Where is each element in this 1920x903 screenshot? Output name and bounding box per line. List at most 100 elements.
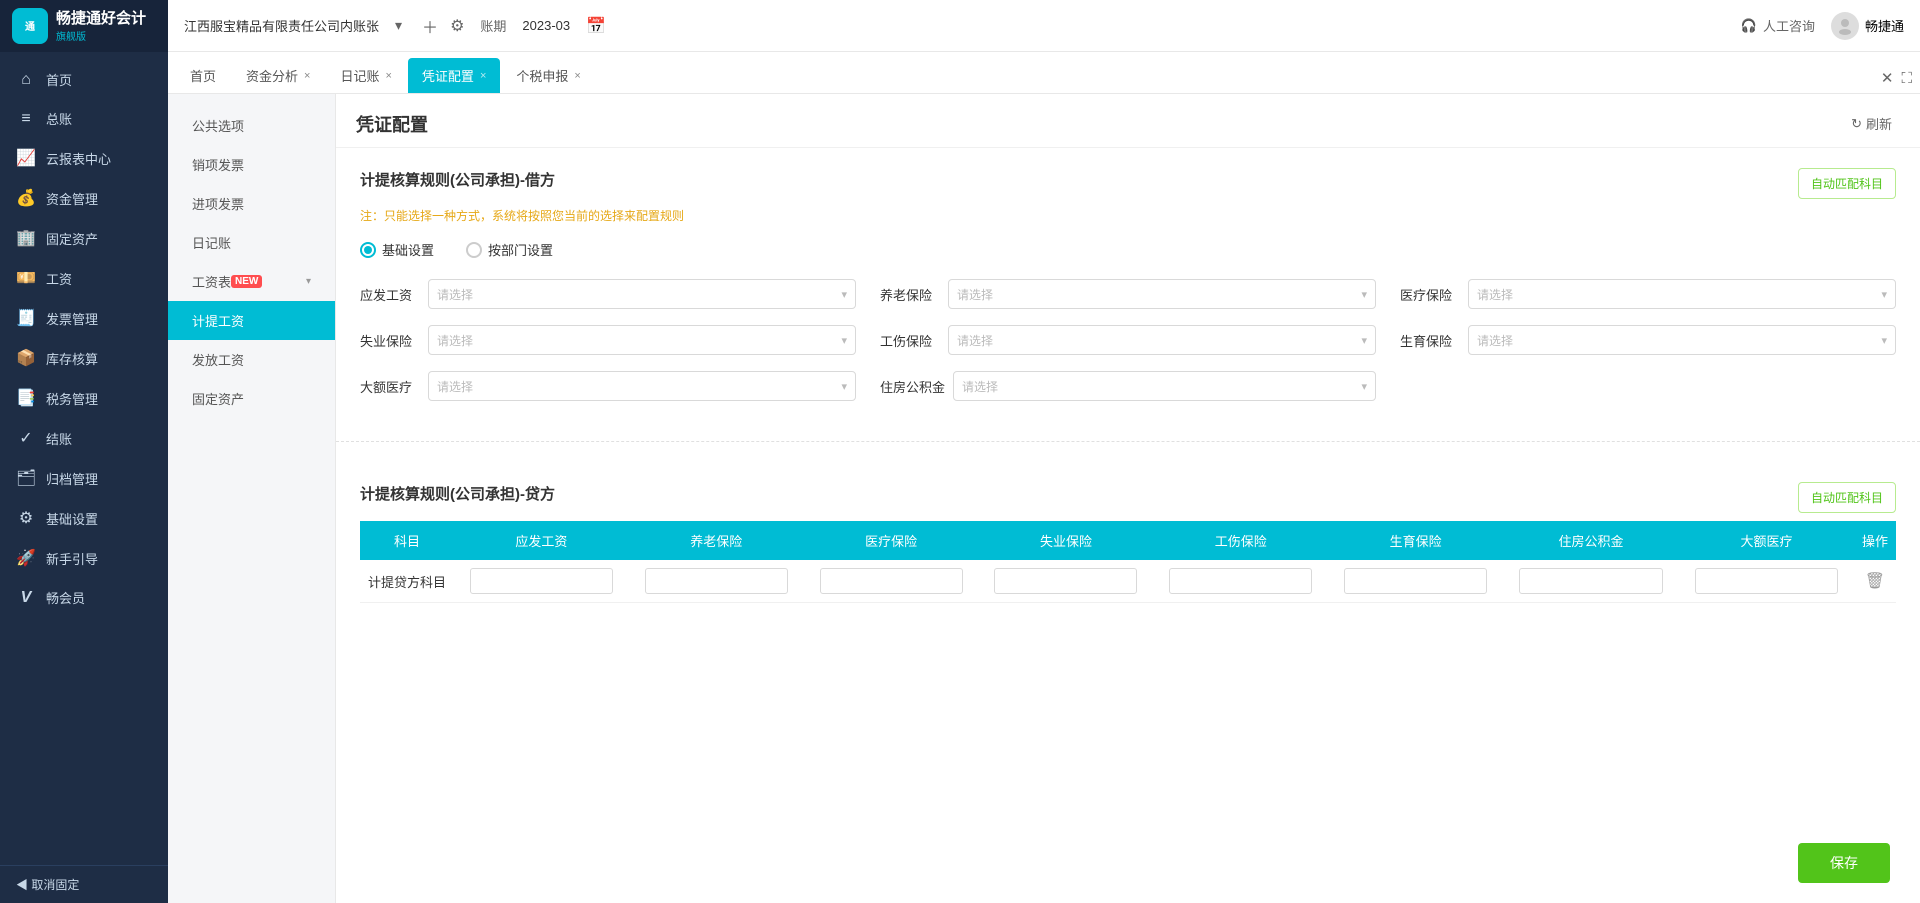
- tab-fund-analysis[interactable]: 资金分析 ×: [232, 58, 324, 93]
- sidebar-item-archive[interactable]: 🗂 归档管理: [0, 458, 168, 498]
- input-medical[interactable]: [820, 568, 963, 594]
- cell-medical[interactable]: [804, 560, 979, 603]
- cell-action[interactable]: 🗑: [1854, 560, 1896, 603]
- sidebar-item-label: 首页: [46, 70, 72, 89]
- unpin-sidebar-button[interactable]: ◀ 取消固定: [0, 865, 168, 903]
- maximize-button[interactable]: ⛶: [1901, 69, 1912, 87]
- archive-icon: 🗂: [16, 468, 36, 488]
- sidebar-item-salary[interactable]: 💴 工资: [0, 258, 168, 298]
- tab-close-icon[interactable]: ×: [304, 70, 310, 82]
- select-work-injury[interactable]: 请选择 ▾: [948, 325, 1376, 355]
- select-housing-fund[interactable]: 请选择 ▾: [953, 371, 1376, 401]
- sidebar-item-funds[interactable]: 💰 资金管理: [0, 178, 168, 218]
- input-unemployment[interactable]: [994, 568, 1137, 594]
- sidebar-item-fixed-assets[interactable]: 🏢 固定资产: [0, 218, 168, 258]
- select-pension[interactable]: 请选择 ▾: [948, 279, 1376, 309]
- select-housing-fund-placeholder: 请选择: [962, 378, 998, 395]
- subnav-item-payroll-issue[interactable]: 发放工资: [168, 340, 335, 379]
- cell-big-medical[interactable]: [1679, 560, 1854, 603]
- tab-tax-report[interactable]: 个税申报 ×: [502, 58, 594, 93]
- sidebar-item-inventory[interactable]: 📦 库存核算: [0, 338, 168, 378]
- subnav: 公共选项 销项发票 进项发票 日记账 工资表 NEW ▾ 计提工资 发放工资: [168, 94, 336, 903]
- sidebar-item-settings[interactable]: ⚙ 基础设置: [0, 498, 168, 538]
- debit-section: 计提核算规则(公司承担)-借方 自动匹配科目 注：只能选择一种方式，系统将按照您…: [336, 148, 1920, 437]
- add-button[interactable]: ＋: [422, 14, 438, 38]
- sidebar-item-reports[interactable]: 📈 云报表中心: [0, 138, 168, 178]
- user-info[interactable]: 畅捷通: [1831, 12, 1904, 40]
- field-salary-label: 应发工资: [360, 285, 420, 304]
- credit-auto-match-button[interactable]: 自动匹配科目: [1798, 482, 1896, 513]
- subnav-label: 进项发票: [192, 197, 244, 212]
- close-window-button[interactable]: ✕: [1881, 69, 1894, 87]
- cell-work-injury[interactable]: [1153, 560, 1328, 603]
- cell-unemployment[interactable]: [979, 560, 1154, 603]
- sidebar-item-tax[interactable]: 📑 税务管理: [0, 378, 168, 418]
- calendar-icon[interactable]: 📅: [586, 16, 606, 36]
- subnav-item-journal[interactable]: 日记账: [168, 223, 335, 262]
- tab-journal[interactable]: 日记账 ×: [326, 58, 405, 93]
- sidebar-item-label: 云报表中心: [46, 149, 111, 168]
- select-big-medical[interactable]: 请选择 ▾: [428, 371, 856, 401]
- select-unemployment[interactable]: 请选择 ▾: [428, 325, 856, 355]
- debit-section-title: 计提核算规则(公司承担)-借方: [360, 169, 555, 190]
- subnav-item-payroll-accrual[interactable]: 计提工资: [168, 301, 335, 340]
- input-big-medical[interactable]: [1695, 568, 1838, 594]
- headset-icon: 🎧: [1741, 18, 1757, 34]
- input-salary[interactable]: [470, 568, 613, 594]
- col-maternity: 生育保险: [1328, 521, 1503, 560]
- subnav-label: 工资表: [192, 272, 231, 291]
- radio-basic[interactable]: 基础设置: [360, 240, 434, 259]
- logo-sub: 旗舰版: [56, 28, 146, 43]
- tab-voucher-config[interactable]: 凭证配置 ×: [408, 58, 500, 93]
- cell-pension[interactable]: [629, 560, 804, 603]
- save-button[interactable]: 保存: [1798, 843, 1890, 883]
- subnav-label: 日记账: [192, 236, 231, 251]
- cell-housing-fund[interactable]: [1503, 560, 1679, 603]
- tab-close-icon[interactable]: ×: [480, 70, 486, 82]
- cell-salary[interactable]: [454, 560, 629, 603]
- input-work-injury[interactable]: [1169, 568, 1312, 594]
- tab-home[interactable]: 首页: [176, 58, 230, 93]
- select-medical[interactable]: 请选择 ▾: [1468, 279, 1896, 309]
- sidebar-item-ledger[interactable]: ≡ 总账: [0, 99, 168, 138]
- sidebar-item-vip[interactable]: V 畅会员: [0, 578, 168, 617]
- input-maternity[interactable]: [1344, 568, 1487, 594]
- subnav-item-fixed-assets-sub[interactable]: 固定资产: [168, 379, 335, 418]
- debit-auto-match-button[interactable]: 自动匹配科目: [1798, 168, 1896, 199]
- inventory-icon: 📦: [16, 348, 36, 368]
- select-salary[interactable]: 请选择 ▾: [428, 279, 856, 309]
- subnav-item-payroll-table[interactable]: 工资表 NEW ▾: [168, 262, 335, 301]
- settings-button[interactable]: ⚙: [450, 16, 464, 36]
- field-maternity: 生育保险 请选择 ▾: [1400, 325, 1896, 355]
- cell-maternity[interactable]: [1328, 560, 1503, 603]
- refresh-button[interactable]: ↻ 刷新: [1843, 110, 1900, 137]
- sidebar-item-label: 固定资产: [46, 229, 98, 248]
- sidebar-item-guide[interactable]: 🚀 新手引导: [0, 538, 168, 578]
- page-title: 凭证配置: [356, 111, 428, 137]
- input-housing-fund[interactable]: [1519, 568, 1663, 594]
- input-pension[interactable]: [645, 568, 788, 594]
- col-action: 操作: [1854, 521, 1896, 560]
- subnav-label: 发放工资: [192, 353, 244, 368]
- sidebar-item-label: 归档管理: [46, 469, 98, 488]
- select-maternity-placeholder: 请选择: [1477, 332, 1513, 349]
- user-label: 畅捷通: [1865, 16, 1904, 35]
- sidebar-item-home[interactable]: ⌂ 首页: [0, 60, 168, 99]
- subnav-item-public-options[interactable]: 公共选项: [168, 106, 335, 145]
- sidebar-item-settlement[interactable]: ✓ 结账: [0, 418, 168, 458]
- subnav-item-purchase-invoice[interactable]: 进项发票: [168, 184, 335, 223]
- tab-label: 首页: [190, 66, 216, 85]
- sidebar-item-invoice[interactable]: 🧾 发票管理: [0, 298, 168, 338]
- subnav-item-sales-invoice[interactable]: 销项发票: [168, 145, 335, 184]
- tab-close-icon[interactable]: ×: [385, 70, 391, 82]
- chevron-down-icon: ▾: [841, 288, 847, 301]
- col-work-injury: 工伤保险: [1153, 521, 1328, 560]
- select-maternity[interactable]: 请选择 ▾: [1468, 325, 1896, 355]
- logo-icon: 通: [12, 8, 48, 44]
- home-icon: ⌂: [16, 71, 36, 89]
- tab-close-icon[interactable]: ×: [574, 70, 580, 82]
- radio-by-dept[interactable]: 按部门设置: [466, 240, 553, 259]
- delete-row-button[interactable]: 🗑: [1865, 571, 1885, 591]
- service-button[interactable]: 🎧 人工咨询: [1741, 16, 1815, 35]
- dropdown-button[interactable]: ▾: [395, 17, 402, 34]
